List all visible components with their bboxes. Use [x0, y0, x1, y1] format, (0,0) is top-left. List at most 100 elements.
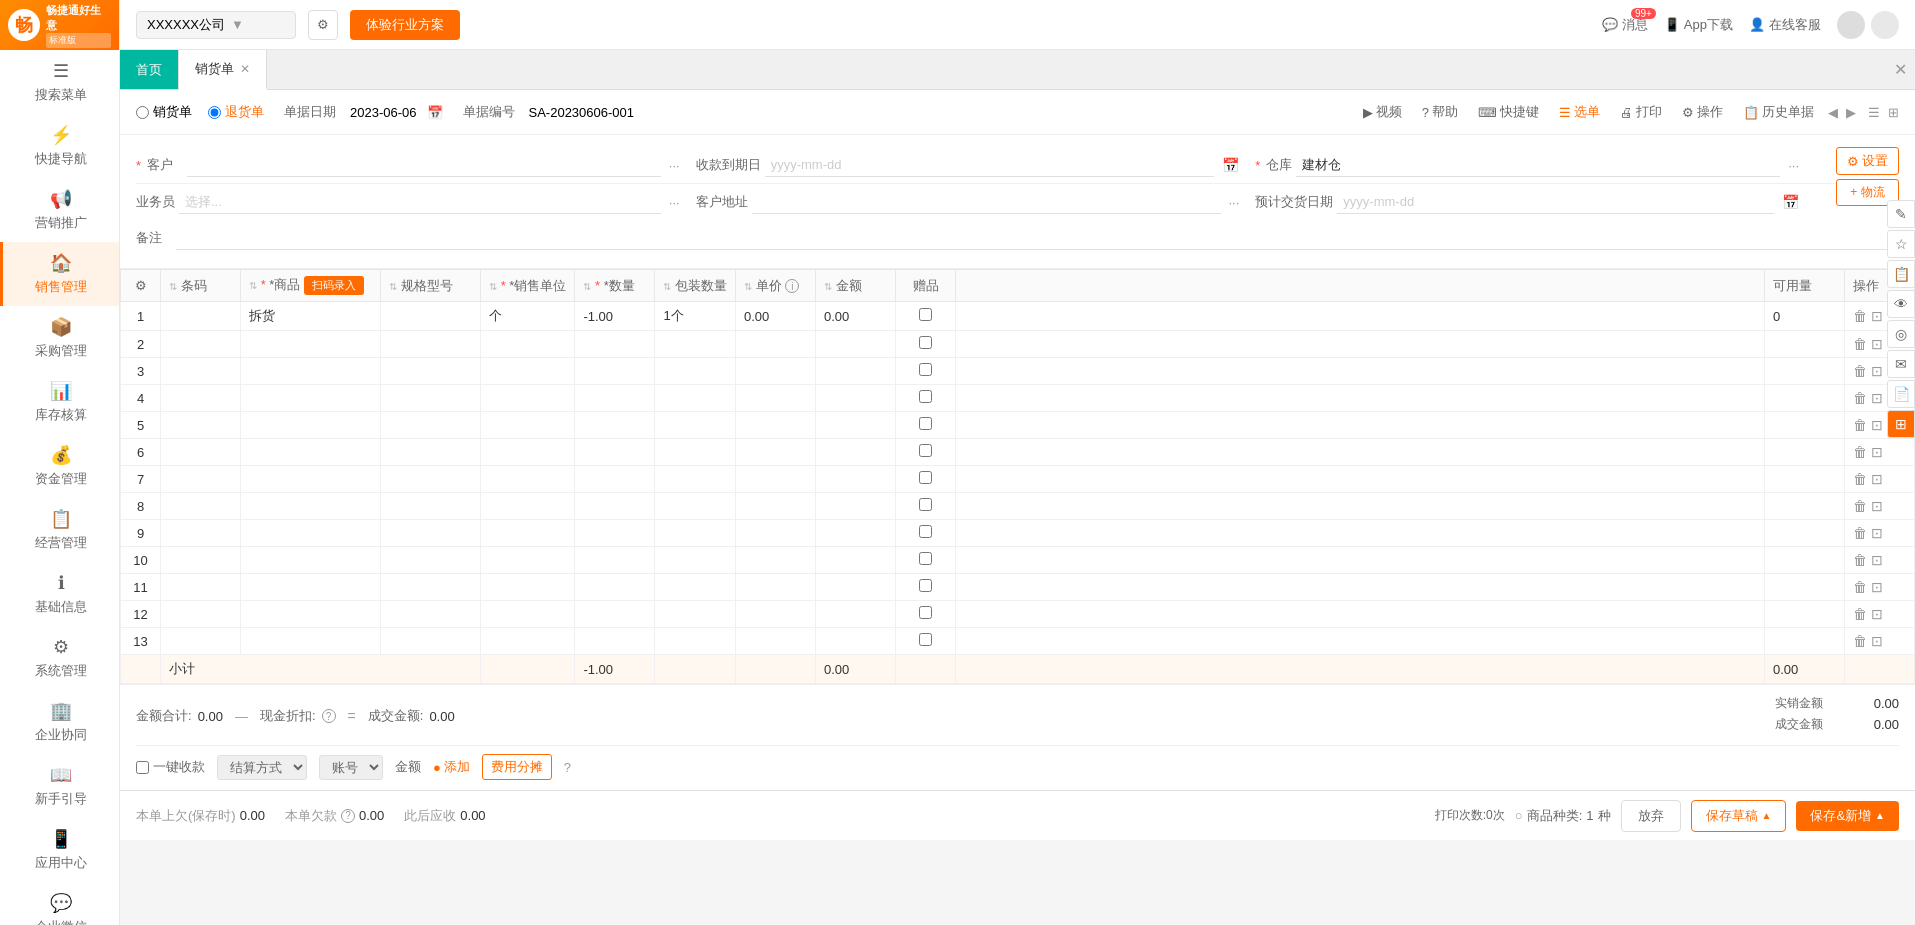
- customer-more-icon[interactable]: ···: [669, 158, 680, 173]
- rp-clipboard-icon[interactable]: 📋: [1887, 260, 1915, 288]
- barcode-cell[interactable]: [161, 302, 241, 331]
- sidebar-item-sales[interactable]: 🏠 销售管理: [0, 242, 119, 306]
- copy-icon[interactable]: ⊡: [1871, 633, 1883, 649]
- payment-due-input[interactable]: [765, 153, 1215, 177]
- sidebar-item-purchase[interactable]: 📦 采购管理: [0, 306, 119, 370]
- address-more-icon[interactable]: ···: [1229, 195, 1240, 210]
- add-payment-button[interactable]: ● 添加: [433, 758, 470, 776]
- delete-icon[interactable]: 🗑: [1853, 552, 1867, 568]
- delete-icon[interactable]: 🗑: [1853, 363, 1867, 379]
- radio-return-order[interactable]: 退货单: [208, 103, 264, 121]
- sidebar-item-capital[interactable]: 💰 资金管理: [0, 434, 119, 498]
- copy-icon[interactable]: ⊡: [1871, 579, 1883, 595]
- expense-help-icon[interactable]: ?: [564, 760, 571, 775]
- delete-icon[interactable]: 🗑: [1853, 525, 1867, 541]
- app-download-button[interactable]: 📱 App下载: [1664, 16, 1733, 34]
- copy-icon[interactable]: ⊡: [1871, 525, 1883, 541]
- copy-icon[interactable]: ⊡: [1871, 471, 1883, 487]
- sidebar-item-system[interactable]: ⚙ 系统管理: [0, 626, 119, 690]
- sort-icon[interactable]: ⇅: [583, 281, 591, 292]
- delete-icon[interactable]: 🗑: [1853, 579, 1867, 595]
- product-type-radio-icon[interactable]: ○: [1515, 808, 1523, 823]
- gift-cell[interactable]: [896, 302, 956, 331]
- sort-icon[interactable]: ⇅: [249, 280, 257, 291]
- copy-icon[interactable]: ⊡: [1871, 417, 1883, 433]
- rp-star-icon[interactable]: ☆: [1887, 230, 1915, 258]
- qty-cell[interactable]: -1.00: [575, 302, 655, 331]
- customer-address-input[interactable]: [752, 190, 1221, 214]
- rp-eye-icon[interactable]: 👁: [1887, 290, 1915, 318]
- account-select[interactable]: 账号: [319, 755, 383, 780]
- gift-checkbox[interactable]: [919, 308, 932, 321]
- delivery-cal-icon[interactable]: 📅: [1782, 194, 1799, 210]
- nav-next-icon[interactable]: ▶: [1846, 105, 1856, 120]
- settings-gear-button[interactable]: ⚙: [308, 10, 338, 40]
- copy-icon[interactable]: ⊡: [1871, 308, 1883, 324]
- message-button[interactable]: 💬 消息 99+: [1602, 16, 1648, 34]
- delete-icon[interactable]: 🗑: [1853, 471, 1867, 487]
- debt-info-icon[interactable]: ?: [341, 809, 355, 823]
- sort-icon[interactable]: ⇅: [489, 281, 497, 292]
- gift-checkbox[interactable]: [919, 336, 932, 349]
- view-list-icon[interactable]: ☰: [1868, 105, 1880, 120]
- cash-discount-info-icon[interactable]: ?: [322, 709, 336, 723]
- gift-checkbox[interactable]: [919, 417, 932, 430]
- video-btn[interactable]: ▶ 视频: [1357, 100, 1408, 124]
- delete-icon[interactable]: 🗑: [1853, 444, 1867, 460]
- sidebar-item-tutorial[interactable]: 📖 新手引导: [0, 754, 119, 818]
- sidebar-item-enterprise[interactable]: 🏢 企业协同: [0, 690, 119, 754]
- delete-icon[interactable]: 🗑: [1853, 417, 1867, 433]
- pack-qty-cell[interactable]: 1个: [655, 302, 736, 331]
- copy-icon[interactable]: ⊡: [1871, 606, 1883, 622]
- unit-price-cell[interactable]: 0.00: [736, 302, 816, 331]
- rp-orange-icon[interactable]: ⊞: [1887, 410, 1915, 438]
- settlement-method-select[interactable]: 结算方式: [217, 755, 307, 780]
- radio-return-input[interactable]: [208, 106, 221, 119]
- gift-checkbox[interactable]: [919, 390, 932, 403]
- print-btn[interactable]: 🖨 打印: [1614, 100, 1668, 124]
- sidebar-item-marketing[interactable]: 📢 营销推广: [0, 178, 119, 242]
- sidebar-item-app-center[interactable]: 📱 应用中心: [0, 818, 119, 882]
- payment-cal-icon[interactable]: 📅: [1222, 157, 1239, 173]
- one-click-payment-checkbox[interactable]: [136, 761, 149, 774]
- gift-checkbox[interactable]: [919, 552, 932, 565]
- th-gear[interactable]: ⚙: [121, 270, 161, 302]
- avatar[interactable]: [1837, 11, 1865, 39]
- gift-checkbox[interactable]: [919, 525, 932, 538]
- help-btn[interactable]: ? 帮助: [1416, 100, 1464, 124]
- salesperson-input[interactable]: [179, 190, 661, 214]
- spec-cell[interactable]: [381, 302, 481, 331]
- rp-circle-icon[interactable]: ◎: [1887, 320, 1915, 348]
- shortcut-btn[interactable]: ⌨ 快捷键: [1472, 100, 1545, 124]
- unit-price-info-icon[interactable]: i: [785, 279, 799, 293]
- gift-checkbox[interactable]: [919, 579, 932, 592]
- sidebar-item-quick-nav[interactable]: ⚡ 快捷导航: [0, 114, 119, 178]
- save-draft-button[interactable]: 保存草稿 ▲: [1691, 800, 1787, 832]
- radio-sales-order[interactable]: 销货单: [136, 103, 192, 121]
- warehouse-input[interactable]: [1296, 153, 1780, 177]
- window-close-icon[interactable]: ✕: [1894, 60, 1907, 79]
- tab-close-icon[interactable]: ✕: [240, 62, 250, 76]
- expense-split-button[interactable]: 费用分摊: [482, 754, 552, 780]
- gift-checkbox[interactable]: [919, 633, 932, 646]
- gift-checkbox[interactable]: [919, 606, 932, 619]
- delete-icon[interactable]: 🗑: [1853, 308, 1867, 324]
- gift-checkbox[interactable]: [919, 498, 932, 511]
- sort-icon[interactable]: ⇅: [389, 281, 397, 292]
- salesperson-more-icon[interactable]: ···: [669, 195, 680, 210]
- sort-icon[interactable]: ⇅: [663, 281, 671, 292]
- warehouse-more-icon[interactable]: ···: [1788, 158, 1799, 173]
- copy-icon[interactable]: ⊡: [1871, 444, 1883, 460]
- delete-icon[interactable]: 🗑: [1853, 336, 1867, 352]
- copy-icon[interactable]: ⊡: [1871, 336, 1883, 352]
- rp-edit-icon[interactable]: ✎: [1887, 200, 1915, 228]
- gift-checkbox[interactable]: [919, 444, 932, 457]
- settings-button[interactable]: ⚙ 设置: [1836, 147, 1899, 175]
- copy-icon[interactable]: ⊡: [1871, 552, 1883, 568]
- gift-checkbox[interactable]: [919, 471, 932, 484]
- scan-barcode-button[interactable]: 扫码录入: [304, 276, 364, 295]
- sidebar-item-basic-info[interactable]: ℹ 基础信息: [0, 562, 119, 626]
- one-click-payment-label[interactable]: 一键收款: [136, 758, 205, 776]
- discard-button[interactable]: 放弃: [1621, 800, 1681, 832]
- delete-icon[interactable]: 🗑: [1853, 498, 1867, 514]
